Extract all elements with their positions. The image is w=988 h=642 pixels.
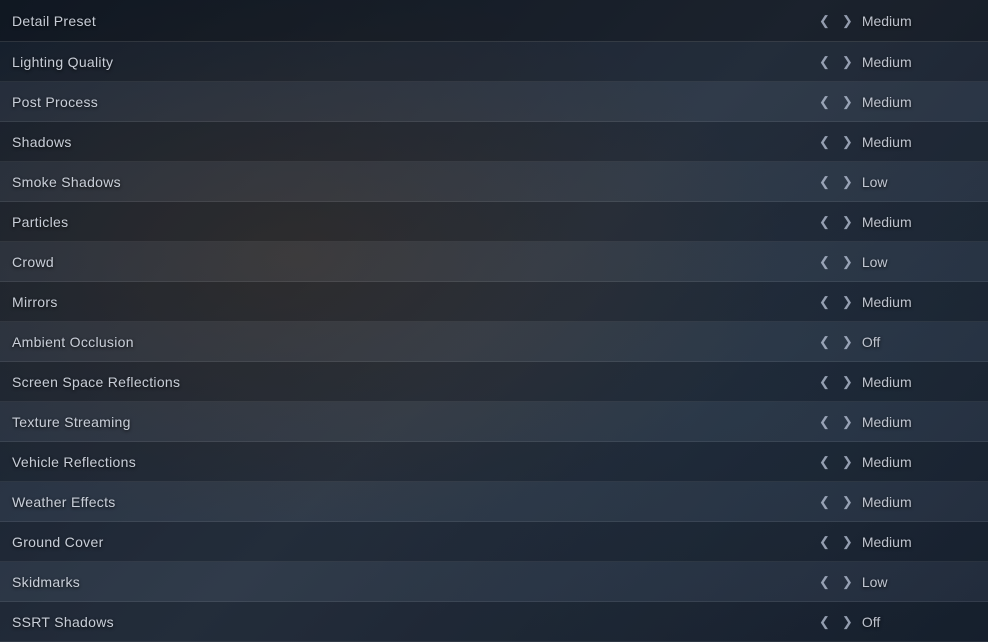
setting-control-ground-cover: ❮ ❯ Medium <box>816 532 976 552</box>
setting-value-ambient-occlusion: Off <box>862 334 942 350</box>
arrow-left-skidmarks[interactable]: ❮ <box>816 572 833 592</box>
setting-control-mirrors: ❮ ❯ Medium <box>816 292 976 312</box>
setting-control-smoke-shadows: ❮ ❯ Low <box>816 172 976 192</box>
setting-control-particles: ❮ ❯ Medium <box>816 212 976 232</box>
arrow-left-screen-space-reflections[interactable]: ❮ <box>816 372 833 392</box>
setting-name-texture-streaming: Texture Streaming <box>12 414 131 430</box>
setting-row-post-process[interactable]: Post Process ❮ ❯ Medium <box>0 82 988 122</box>
setting-control-crowd: ❮ ❯ Low <box>816 252 976 272</box>
arrow-right-shadows[interactable]: ❯ <box>839 132 856 152</box>
setting-control-skidmarks: ❮ ❯ Low <box>816 572 976 592</box>
setting-control-ambient-occlusion: ❮ ❯ Off <box>816 332 976 352</box>
setting-name-shadows: Shadows <box>12 134 72 150</box>
arrow-right-particles[interactable]: ❯ <box>839 212 856 232</box>
arrow-left-post-process[interactable]: ❮ <box>816 92 833 112</box>
arrow-left-mirrors[interactable]: ❮ <box>816 292 833 312</box>
setting-name-ambient-occlusion: Ambient Occlusion <box>12 334 134 350</box>
setting-control-lighting-quality: ❮ ❯ Medium <box>816 52 976 72</box>
arrow-right-crowd[interactable]: ❯ <box>839 252 856 272</box>
setting-control-post-process: ❮ ❯ Medium <box>816 92 976 112</box>
setting-control-vehicle-reflections: ❮ ❯ Medium <box>816 452 976 472</box>
setting-row-smoke-shadows[interactable]: Smoke Shadows ❮ ❯ Low <box>0 162 988 202</box>
setting-name-particles: Particles <box>12 214 68 230</box>
setting-control-screen-space-reflections: ❮ ❯ Medium <box>816 372 976 392</box>
setting-value-particles: Medium <box>862 214 942 230</box>
setting-control-texture-streaming: ❮ ❯ Medium <box>816 412 976 432</box>
setting-control-shadows: ❮ ❯ Medium <box>816 132 976 152</box>
setting-value-lighting-quality: Medium <box>862 54 942 70</box>
setting-value-shadows: Medium <box>862 134 942 150</box>
arrow-left-particles[interactable]: ❮ <box>816 212 833 232</box>
arrow-left-vehicle-reflections[interactable]: ❮ <box>816 452 833 472</box>
setting-value-skidmarks: Low <box>862 574 942 590</box>
setting-value-smoke-shadows: Low <box>862 174 942 190</box>
setting-row-shadows[interactable]: Shadows ❮ ❯ Medium <box>0 122 988 162</box>
setting-control-ssrt-shadows: ❮ ❯ Off <box>816 612 976 632</box>
setting-name-screen-space-reflections: Screen Space Reflections <box>12 374 180 390</box>
arrow-left-crowd[interactable]: ❮ <box>816 252 833 272</box>
arrow-right-post-process[interactable]: ❯ <box>839 92 856 112</box>
setting-row-mirrors[interactable]: Mirrors ❮ ❯ Medium <box>0 282 988 322</box>
setting-row-weather-effects[interactable]: Weather Effects ❮ ❯ Medium <box>0 482 988 522</box>
setting-name-ssrt-shadows: SSRT Shadows <box>12 614 114 630</box>
setting-value-ground-cover: Medium <box>862 534 942 550</box>
setting-row-ground-cover[interactable]: Ground Cover ❮ ❯ Medium <box>0 522 988 562</box>
settings-container: Detail Preset❮❯MediumLighting Quality❮❯M… <box>0 0 988 642</box>
arrow-left-smoke-shadows[interactable]: ❮ <box>816 172 833 192</box>
setting-control-weather-effects: ❮ ❯ Medium <box>816 492 976 512</box>
setting-name-vehicle-reflections: Vehicle Reflections <box>12 454 136 470</box>
setting-value-screen-space-reflections: Medium <box>862 374 942 390</box>
arrow-right-screen-space-reflections[interactable]: ❯ <box>839 372 856 392</box>
arrow-left-lighting-quality[interactable]: ❮ <box>816 52 833 72</box>
setting-name-crowd: Crowd <box>12 254 54 270</box>
arrow-right-ssrt-shadows[interactable]: ❯ <box>839 612 856 632</box>
setting-row-texture-streaming[interactable]: Texture Streaming ❮ ❯ Medium <box>0 402 988 442</box>
setting-row-lighting-quality[interactable]: Lighting Quality ❮ ❯ Medium <box>0 42 988 82</box>
setting-value-crowd: Low <box>862 254 942 270</box>
arrow-right-detail-preset[interactable]: ❯ <box>839 11 856 31</box>
setting-row-vehicle-reflections[interactable]: Vehicle Reflections ❮ ❯ Medium <box>0 442 988 482</box>
arrow-left-ground-cover[interactable]: ❮ <box>816 532 833 552</box>
setting-row-ssrt-shadows[interactable]: SSRT Shadows ❮ ❯ Off <box>0 602 988 642</box>
setting-name-lighting-quality: Lighting Quality <box>12 54 113 70</box>
arrow-right-mirrors[interactable]: ❯ <box>839 292 856 312</box>
setting-name-ground-cover: Ground Cover <box>12 534 104 550</box>
arrow-left-weather-effects[interactable]: ❮ <box>816 492 833 512</box>
arrow-left-shadows[interactable]: ❮ <box>816 132 833 152</box>
setting-row-ambient-occlusion[interactable]: Ambient Occlusion ❮ ❯ Off <box>0 322 988 362</box>
arrow-right-ground-cover[interactable]: ❯ <box>839 532 856 552</box>
setting-value-detail-preset: Medium <box>862 13 942 29</box>
setting-row-particles[interactable]: Particles ❮ ❯ Medium <box>0 202 988 242</box>
arrow-right-weather-effects[interactable]: ❯ <box>839 492 856 512</box>
arrow-left-ambient-occlusion[interactable]: ❮ <box>816 332 833 352</box>
setting-name-detail-preset: Detail Preset <box>12 13 96 29</box>
setting-control-detail-preset: ❮ ❯ Medium <box>816 11 976 31</box>
setting-value-ssrt-shadows: Off <box>862 614 942 630</box>
arrow-right-texture-streaming[interactable]: ❯ <box>839 412 856 432</box>
setting-row-skidmarks[interactable]: Skidmarks ❮ ❯ Low <box>0 562 988 602</box>
setting-name-weather-effects: Weather Effects <box>12 494 116 510</box>
arrow-left-texture-streaming[interactable]: ❮ <box>816 412 833 432</box>
setting-name-smoke-shadows: Smoke Shadows <box>12 174 121 190</box>
setting-value-vehicle-reflections: Medium <box>862 454 942 470</box>
setting-row-screen-space-reflections[interactable]: Screen Space Reflections ❮ ❯ Medium <box>0 362 988 402</box>
setting-value-weather-effects: Medium <box>862 494 942 510</box>
setting-name-mirrors: Mirrors <box>12 294 58 310</box>
setting-value-mirrors: Medium <box>862 294 942 310</box>
setting-row-crowd[interactable]: Crowd ❮ ❯ Low <box>0 242 988 282</box>
setting-name-skidmarks: Skidmarks <box>12 574 80 590</box>
setting-value-texture-streaming: Medium <box>862 414 942 430</box>
setting-value-post-process: Medium <box>862 94 942 110</box>
arrow-right-smoke-shadows[interactable]: ❯ <box>839 172 856 192</box>
arrow-right-skidmarks[interactable]: ❯ <box>839 572 856 592</box>
arrow-left-detail-preset[interactable]: ❮ <box>816 11 833 31</box>
setting-row-detail-preset[interactable]: Detail Preset ❮ ❯ Medium <box>0 0 988 42</box>
arrow-right-vehicle-reflections[interactable]: ❯ <box>839 452 856 472</box>
arrow-right-ambient-occlusion[interactable]: ❯ <box>839 332 856 352</box>
arrow-left-ssrt-shadows[interactable]: ❮ <box>816 612 833 632</box>
setting-name-post-process: Post Process <box>12 94 98 110</box>
arrow-right-lighting-quality[interactable]: ❯ <box>839 52 856 72</box>
